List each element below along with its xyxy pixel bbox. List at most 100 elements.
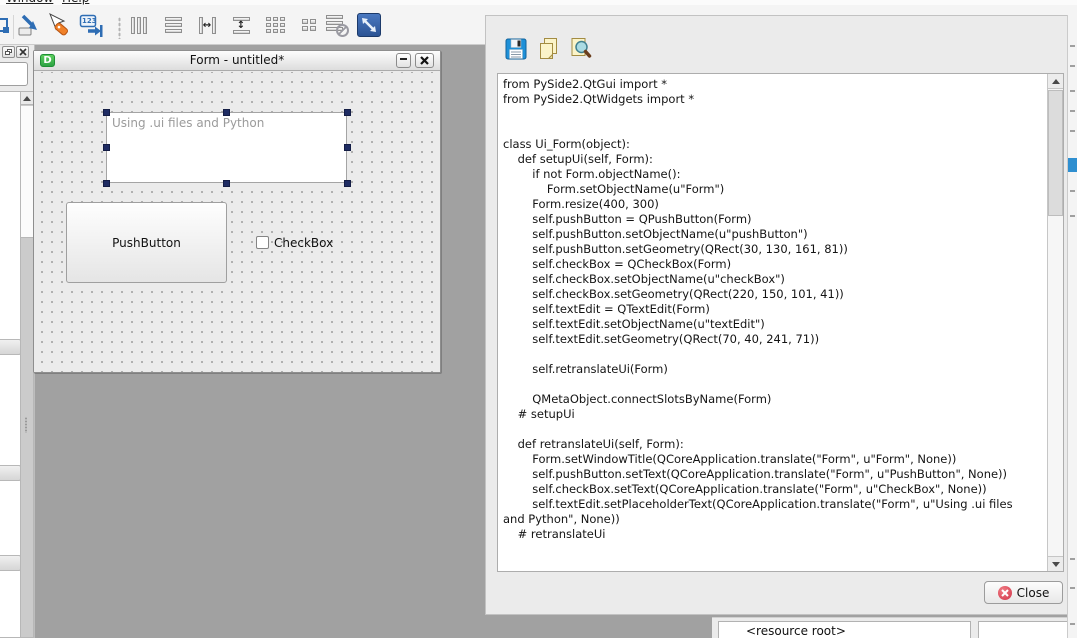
find-icon: [568, 36, 594, 62]
close-red-icon: [998, 586, 1012, 600]
edit-tab-order-icon: 123: [78, 12, 104, 38]
widget-category-header[interactable]: [0, 465, 21, 481]
splitter-v-glyph: ↕: [237, 20, 245, 31]
copy-icon: [536, 36, 562, 62]
strip-mark: [1070, 587, 1075, 589]
close-icon: [420, 56, 429, 65]
code-scrollbar[interactable]: [1047, 74, 1063, 571]
scrollbar-thumb[interactable]: [1048, 90, 1063, 216]
selection-handle-top-right[interactable]: [344, 109, 351, 116]
selection-handle-bottom-right[interactable]: [344, 180, 351, 187]
textedit-widget[interactable]: Using .ui files and Python: [106, 112, 347, 183]
close-window-button[interactable]: [415, 53, 434, 68]
tab-order-badge: 123: [82, 17, 97, 25]
layout-horizontal-icon: [131, 17, 147, 34]
prohibition-icon: [336, 24, 349, 37]
scroll-down-button[interactable]: [1048, 556, 1063, 571]
break-layout-button[interactable]: [324, 12, 350, 38]
edit-tab-order-button[interactable]: 123: [78, 12, 104, 38]
menu-bar: Window Help: [0, 0, 1077, 5]
strip-selected-item: [1068, 158, 1077, 172]
strip-mark: [1070, 45, 1075, 47]
layout-vertical-splitter-button[interactable]: ↕: [228, 12, 254, 38]
scroll-up-button[interactable]: [1048, 74, 1063, 89]
code-view[interactable]: from PySide2.QtGui import * from PySide2…: [497, 73, 1064, 572]
layout-form-button[interactable]: [296, 12, 322, 38]
selection-handle-top-left[interactable]: [103, 109, 110, 116]
checkbox-indicator[interactable]: [256, 236, 269, 249]
close-dialog-button[interactable]: Close: [984, 581, 1063, 604]
form-window-titlebar[interactable]: D Form - untitled*: [34, 51, 440, 71]
pushbutton-widget[interactable]: PushButton: [66, 202, 227, 283]
dock-close-button[interactable]: [16, 46, 29, 58]
edit-buddies-icon: [46, 12, 72, 38]
widget-category-header[interactable]: [0, 555, 21, 571]
strip-mark: [1070, 215, 1075, 217]
dock-float-button[interactable]: [2, 46, 15, 58]
dock-grip-handle[interactable]: [25, 417, 27, 433]
strip-mark: [1070, 558, 1075, 560]
selection-handle-mid-left[interactable]: [103, 144, 110, 151]
up-arrow-icon: [1052, 79, 1060, 84]
resource-side-pane[interactable]: [978, 621, 1077, 638]
generated-python-code[interactable]: from PySide2.QtGui import * from PySide2…: [503, 77, 1044, 542]
textedit-placeholder: Using .ui files and Python: [107, 113, 346, 133]
float-icon: [5, 49, 12, 55]
layout-horizontal-splitter-button[interactable]: ↔: [194, 12, 220, 38]
save-icon: [503, 36, 529, 62]
edit-signals-slots-button[interactable]: [16, 12, 42, 38]
resource-tree[interactable]: <resource root>: [718, 621, 971, 638]
toolbar-separator: [13, 15, 14, 39]
up-arrow-icon: [23, 96, 31, 101]
strip-mark: [1070, 190, 1075, 192]
layout-grid-icon: [266, 17, 285, 33]
find-code-button[interactable]: [567, 35, 594, 62]
form-editor-window: D Form - untitled* Using .ui files and P…: [33, 50, 441, 373]
right-edge-panel: [1067, 15, 1077, 638]
menu-item-window[interactable]: Window: [6, 0, 53, 5]
layout-grid-button[interactable]: [262, 12, 288, 38]
strip-mark: [1070, 90, 1075, 92]
resource-root-item[interactable]: <resource root>: [719, 622, 970, 638]
resource-editor-panel: <resource root>: [712, 617, 1077, 638]
widget-category-header[interactable]: [0, 339, 21, 355]
layout-form-icon: [302, 19, 316, 31]
edit-buddies-button[interactable]: [46, 12, 72, 38]
strip-mark: [1070, 65, 1075, 67]
widget-box-dock: [0, 45, 35, 638]
pushbutton-label: PushButton: [112, 236, 181, 250]
edit-widgets-button[interactable]: [0, 12, 12, 38]
close-button-label: Close: [1017, 586, 1050, 600]
minimize-button[interactable]: [396, 53, 411, 68]
copy-code-button[interactable]: [535, 35, 562, 62]
edit-signals-slots-icon: [16, 12, 42, 38]
splitter-h-glyph: ↔: [203, 20, 211, 31]
layout-vertical-icon: [165, 17, 182, 33]
selection-handle-bottom-center[interactable]: [223, 180, 230, 187]
layout-horizontal-button[interactable]: [126, 12, 152, 38]
layout-vertical-button[interactable]: [160, 12, 186, 38]
widget-filter-input[interactable]: [0, 62, 28, 86]
qt-designer-window: Window Help: [0, 0, 1077, 638]
strip-mark: [1070, 130, 1075, 132]
adjust-size-button[interactable]: [356, 12, 382, 38]
scrollbar-thumb[interactable]: [21, 106, 33, 238]
strip-mark: [1070, 623, 1075, 625]
checkbox-label: CheckBox: [274, 236, 333, 250]
minimize-icon: [400, 58, 407, 60]
save-code-button[interactable]: [502, 35, 529, 62]
edit-widgets-icon: [0, 13, 11, 37]
checkbox-widget[interactable]: CheckBox: [256, 222, 357, 263]
selection-handle-mid-right[interactable]: [344, 144, 351, 151]
selection-handle-bottom-left[interactable]: [103, 180, 110, 187]
toolbar-separator-dots: [118, 17, 121, 39]
adjust-size-icon: [357, 13, 381, 37]
scroll-up-button[interactable]: [21, 92, 33, 105]
menu-item-help[interactable]: Help: [62, 0, 89, 5]
down-arrow-icon: [1052, 562, 1060, 567]
selection-handle-top-center[interactable]: [223, 109, 230, 116]
close-icon: [19, 48, 27, 56]
code-preview-dialog: from PySide2.QtGui import * from PySide2…: [485, 15, 1067, 615]
widget-list-scrollbar[interactable]: [20, 91, 34, 638]
form-window-title: Form - untitled*: [34, 53, 440, 67]
